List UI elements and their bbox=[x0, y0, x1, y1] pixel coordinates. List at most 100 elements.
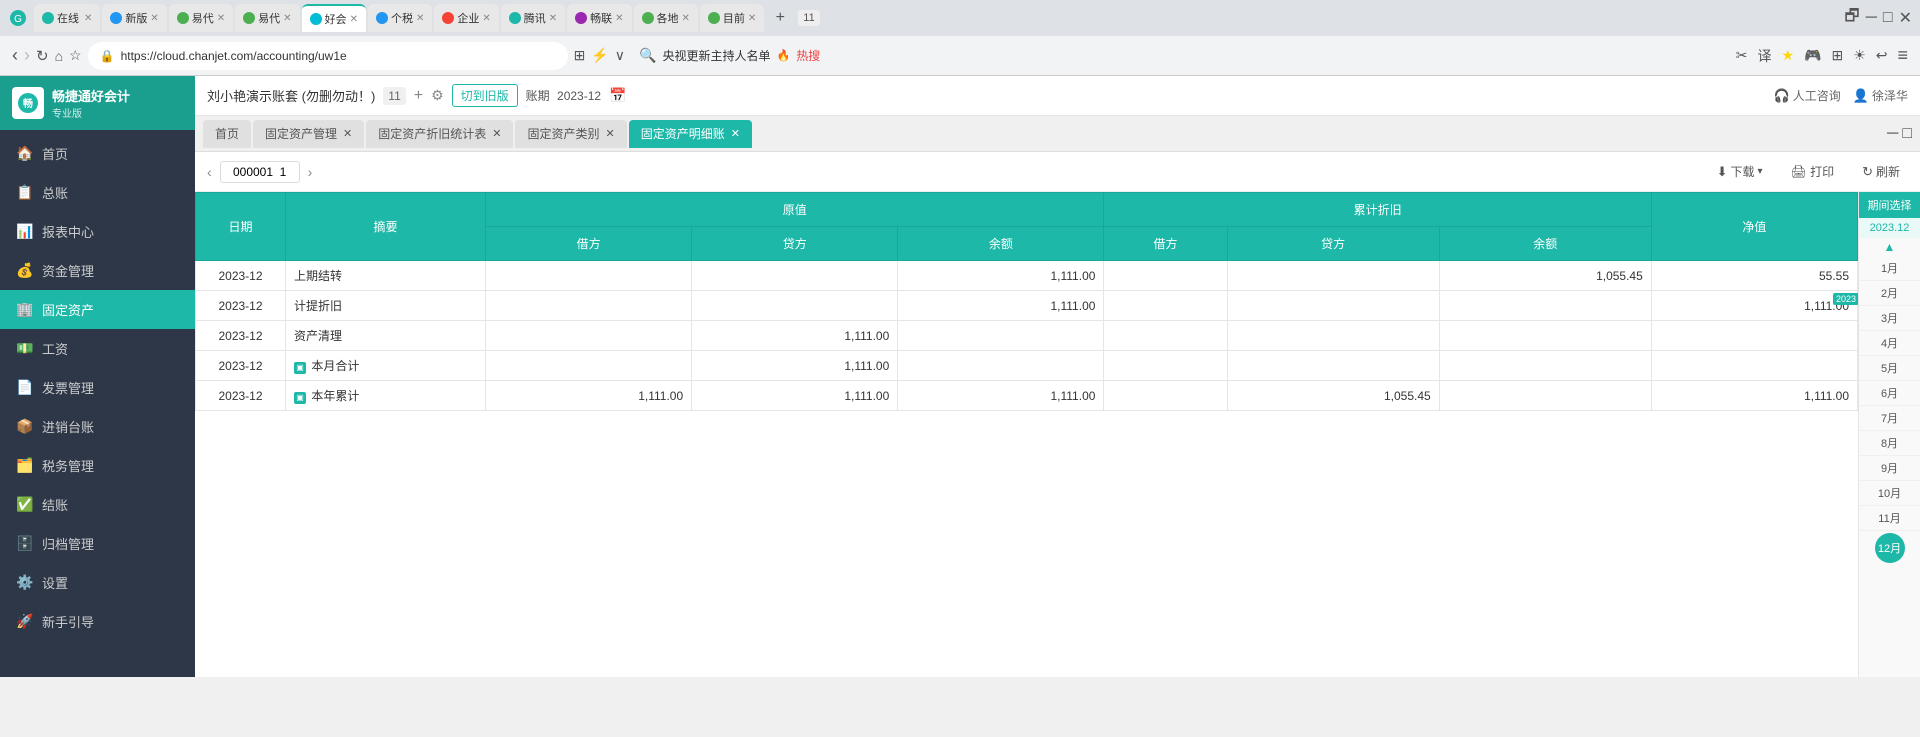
period-scroll-up[interactable]: ▲ bbox=[1859, 238, 1920, 256]
tab-fixed-asset-detail[interactable]: 固定资产明细账 ✕ bbox=[629, 120, 752, 148]
dropdown-button[interactable]: ∨ bbox=[615, 47, 625, 64]
close-icon[interactable]: ✕ bbox=[416, 13, 424, 24]
close-icon[interactable]: ✕ bbox=[283, 13, 291, 24]
cell-orig-balance: 1,111.00 bbox=[898, 381, 1104, 411]
bookmark-button[interactable]: ☆ bbox=[69, 47, 82, 64]
period-month-5[interactable]: 5月 bbox=[1859, 356, 1920, 381]
close-icon[interactable]: ✕ bbox=[615, 13, 623, 24]
browser-tab-qiye[interactable]: 企业 ✕ bbox=[434, 4, 498, 32]
browser-tab-new[interactable]: 新版 ✕ bbox=[102, 4, 166, 32]
grid-icon[interactable]: ⊞ bbox=[1831, 47, 1843, 64]
sidebar-item-wages[interactable]: 💵 工资 bbox=[0, 329, 195, 368]
close-icon[interactable]: ✕ bbox=[84, 13, 92, 24]
print-button[interactable]: 🖨 打印 bbox=[1783, 160, 1843, 183]
cell-net-value: 1,111.00 bbox=[1651, 381, 1857, 411]
period-month-7[interactable]: 7月 bbox=[1859, 406, 1920, 431]
tab-home[interactable]: 首页 bbox=[203, 120, 251, 148]
browser-tab-tencent[interactable]: 腾讯 ✕ bbox=[501, 4, 565, 32]
reload-button[interactable]: ↻ bbox=[36, 47, 49, 65]
extension-icon[interactable]: ⊞ bbox=[574, 47, 586, 64]
refresh-button[interactable]: ↻ 刷新 bbox=[1854, 160, 1908, 183]
sun-icon[interactable]: ☀ bbox=[1853, 47, 1866, 64]
expand-panel-button[interactable]: □ bbox=[1902, 125, 1912, 143]
close-icon[interactable]: ✕ bbox=[350, 14, 358, 25]
tab-fixed-asset-management[interactable]: 固定资产管理 ✕ bbox=[253, 120, 364, 148]
period-month-1[interactable]: 1月 bbox=[1859, 256, 1920, 281]
minimize-panel-button[interactable]: ─ bbox=[1887, 125, 1898, 143]
period-selected-year[interactable]: 2023.12 bbox=[1859, 218, 1920, 238]
close-icon[interactable]: ✕ bbox=[217, 13, 225, 24]
tab-depreciation-stats[interactable]: 固定资产折旧统计表 ✕ bbox=[366, 120, 513, 148]
sidebar-item-reports[interactable]: 📊 报表中心 bbox=[0, 212, 195, 251]
browser-tab-haohui[interactable]: 好会 ✕ bbox=[302, 4, 366, 32]
close-icon[interactable]: ✕ bbox=[482, 13, 490, 24]
close-window-button[interactable]: ✕ bbox=[1899, 8, 1912, 28]
minimize-button[interactable]: ─ bbox=[1866, 9, 1877, 27]
more-menu-button[interactable]: ≡ bbox=[1897, 45, 1908, 66]
sidebar-item-guide[interactable]: 🚀 新手引导 bbox=[0, 602, 195, 641]
browser-tab-yidai2[interactable]: 易代 ✕ bbox=[235, 4, 299, 32]
tab-close-icon[interactable]: ✕ bbox=[731, 127, 740, 140]
sidebar-item-settings[interactable]: ⚙️ 设置 bbox=[0, 563, 195, 602]
account-code-input[interactable] bbox=[220, 161, 300, 183]
tab-close-icon[interactable]: ✕ bbox=[343, 127, 352, 140]
browser-tab-gedi[interactable]: 各地 ✕ bbox=[634, 4, 698, 32]
close-icon[interactable]: ✕ bbox=[748, 13, 756, 24]
sidebar-item-ledger[interactable]: 📋 总账 bbox=[0, 173, 195, 212]
sidebar-item-funds[interactable]: 💰 资金管理 bbox=[0, 251, 195, 290]
sidebar-item-archive[interactable]: 🗄️ 归档管理 bbox=[0, 524, 195, 563]
scissors-icon[interactable]: ✂ bbox=[1736, 47, 1748, 64]
switch-version-button[interactable]: 切到旧版 bbox=[452, 84, 518, 107]
restore-button[interactable]: 🗗 bbox=[1845, 5, 1860, 32]
new-tab-button[interactable]: + bbox=[766, 4, 794, 32]
sidebar-item-tax[interactable]: 🗂️ 税务管理 bbox=[0, 446, 195, 485]
browser-tab-chang[interactable]: 畅联 ✕ bbox=[567, 4, 631, 32]
add-account-button[interactable]: + bbox=[414, 87, 423, 105]
cell-orig-balance bbox=[898, 321, 1104, 351]
browser-tab-yidai1[interactable]: 易代 ✕ bbox=[169, 4, 233, 32]
browser-tab-geshui[interactable]: 个税 ✕ bbox=[368, 4, 432, 32]
table-scroll-area[interactable]: 日期 摘要 原值 累计折旧 净值 借方 贷方 余额 借方 bbox=[195, 192, 1858, 677]
period-month-4[interactable]: 4月 bbox=[1859, 331, 1920, 356]
close-icon[interactable]: ✕ bbox=[549, 13, 557, 24]
period-month-9[interactable]: 9月 bbox=[1859, 456, 1920, 481]
prev-account-button[interactable]: ‹ bbox=[207, 164, 212, 180]
download-button[interactable]: ⬇ 下载 ▾ bbox=[1709, 160, 1771, 183]
maximize-button[interactable]: □ bbox=[1883, 9, 1893, 27]
calendar-icon[interactable]: 📅 bbox=[609, 87, 626, 104]
close-icon[interactable]: ✕ bbox=[150, 13, 158, 24]
sidebar-item-purchase-sales[interactable]: 📦 进销台账 bbox=[0, 407, 195, 446]
sidebar-item-fixed-assets[interactable]: 🏢 固定资产 bbox=[0, 290, 195, 329]
close-icon[interactable]: ✕ bbox=[682, 13, 690, 24]
period-month-2[interactable]: 2月 bbox=[1859, 281, 1920, 306]
period-month-3[interactable]: 3月 bbox=[1859, 306, 1920, 331]
gamepad-icon[interactable]: 🎮 bbox=[1804, 47, 1821, 64]
translate-icon[interactable]: 译 bbox=[1757, 46, 1771, 66]
period-month-12[interactable]: 12月 bbox=[1875, 533, 1905, 563]
browser-tab-muqian[interactable]: 目前 ✕ bbox=[700, 4, 764, 32]
sidebar-item-home[interactable]: 🏠 首页 bbox=[0, 134, 195, 173]
sidebar-item-invoice[interactable]: 📄 发票管理 bbox=[0, 368, 195, 407]
tab-fixed-asset-category[interactable]: 固定资产类别 ✕ bbox=[515, 120, 626, 148]
sidebar-item-settlement[interactable]: ✅ 结账 bbox=[0, 485, 195, 524]
browser-tab-online[interactable]: 在线 ✕ bbox=[34, 4, 100, 32]
tab-close-icon[interactable]: ✕ bbox=[492, 127, 501, 140]
cell-orig-balance: 1,111.00 bbox=[898, 261, 1104, 291]
service-button[interactable]: 🎧 人工咨询 bbox=[1774, 87, 1841, 104]
period-header[interactable]: 期间选择 bbox=[1859, 192, 1920, 218]
forward-button[interactable]: › bbox=[24, 45, 30, 66]
star-icon[interactable]: ★ bbox=[1781, 47, 1794, 64]
home-button[interactable]: ⌂ bbox=[55, 48, 63, 64]
tab-close-icon[interactable]: ✕ bbox=[606, 127, 615, 140]
period-month-11[interactable]: 11月 bbox=[1859, 506, 1920, 531]
period-month-6[interactable]: 6月 bbox=[1859, 381, 1920, 406]
back-button[interactable]: ‹ bbox=[12, 45, 18, 66]
settings-icon-button[interactable]: ⚙ bbox=[431, 87, 444, 104]
undo-icon[interactable]: ↩ bbox=[1876, 47, 1888, 64]
period-month-10[interactable]: 10月 bbox=[1859, 481, 1920, 506]
lightning-icon[interactable]: ⚡ bbox=[591, 47, 608, 64]
user-button[interactable]: 👤 徐泽华 bbox=[1853, 87, 1908, 104]
address-input[interactable]: 🔒 https://cloud.chanjet.com/accounting/u… bbox=[88, 42, 568, 70]
period-month-8[interactable]: 8月 bbox=[1859, 431, 1920, 456]
next-account-button[interactable]: › bbox=[308, 164, 313, 180]
